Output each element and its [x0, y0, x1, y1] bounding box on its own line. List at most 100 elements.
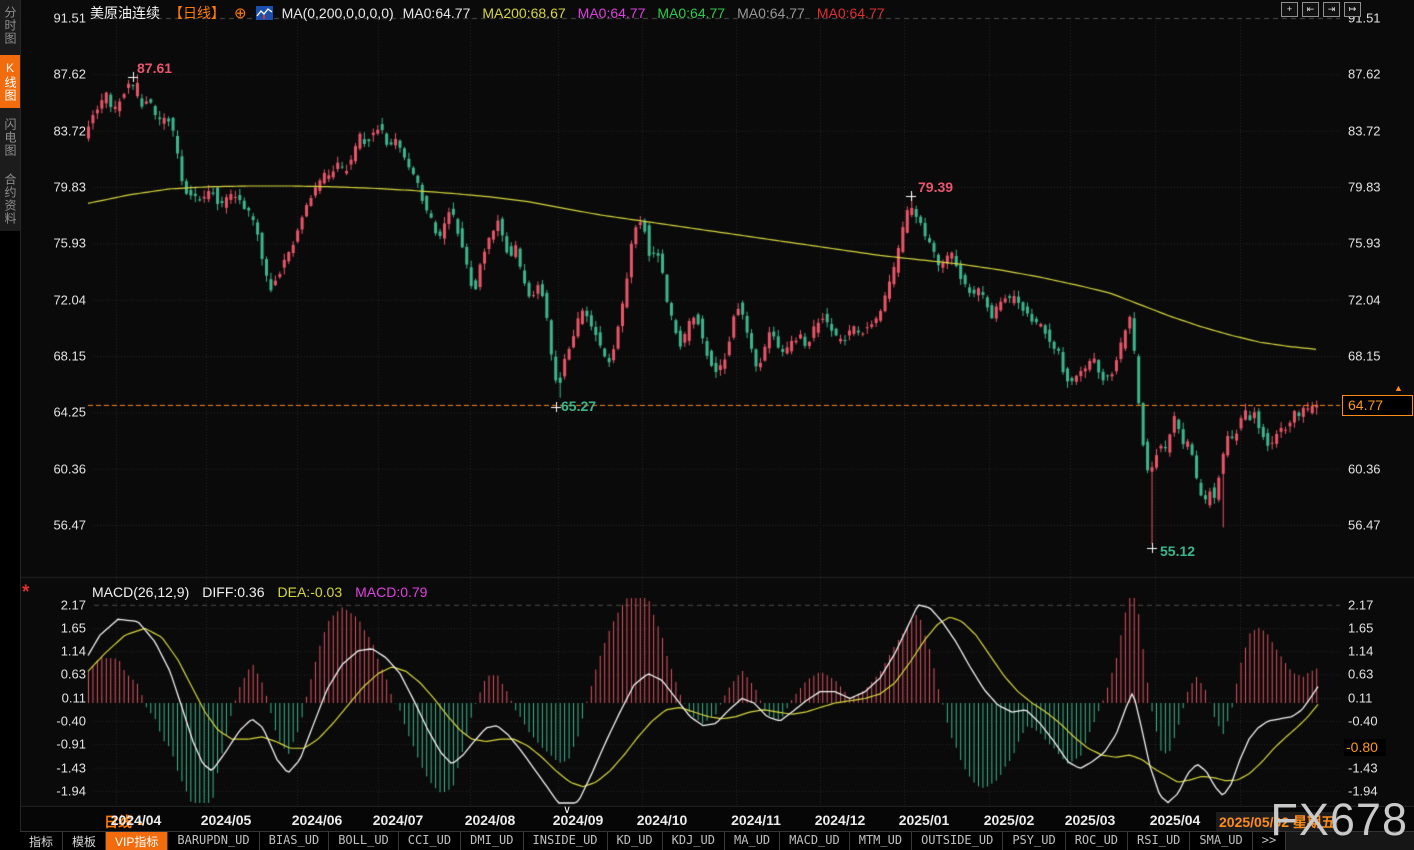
price-tick: 79.83	[28, 180, 86, 195]
pan-icon[interactable]: +	[1281, 2, 1298, 17]
ma-settings: MA(0,200,0,0,0,0)	[282, 5, 394, 21]
chart-header: 美原油连续 【日线】 ⊕ MA(0,200,0,0,0,0) MA0:64.77…	[90, 3, 885, 23]
tab-dmi-ud[interactable]: DMI_UD	[461, 832, 523, 850]
price-tick: 68.15	[28, 349, 86, 364]
macd-tick: 1.14	[28, 644, 86, 659]
price-tick: 83.72	[1348, 123, 1381, 138]
chart-toolbar: + ⇤ ⇥ ↦	[1281, 2, 1361, 17]
ma-value-1: MA200:68.67	[482, 5, 565, 21]
price-tick: 64.25	[28, 405, 86, 420]
tab-bias-ud[interactable]: BIAS_UD	[260, 832, 330, 850]
ma-value-5: MA0:64.77	[817, 5, 885, 21]
sidebar-item-1[interactable]: K线图	[0, 55, 20, 108]
macd-tick: -1.43	[28, 760, 86, 775]
price-tick: 72.04	[1348, 292, 1381, 307]
tab-kd-ud[interactable]: KD_UD	[608, 832, 663, 850]
price-tick: 75.93	[1348, 236, 1381, 251]
sidebar-item-3[interactable]: 合约资料	[0, 167, 20, 231]
price-tick: 60.36	[1348, 461, 1381, 476]
tab-inside-ud[interactable]: INSIDE_UD	[524, 832, 608, 850]
tab--[interactable]: 模板	[63, 832, 106, 850]
timeline-marker-icon: ∨	[563, 803, 571, 816]
macd-value-badge: -0.80	[1344, 739, 1386, 756]
price-annotation: 79.39	[918, 179, 953, 195]
macd-diff-value: DIFF:0.36	[202, 584, 264, 600]
macd-tick: 1.65	[28, 621, 86, 636]
price-tick: 79.83	[1348, 180, 1381, 195]
tab-sma-ud[interactable]: SMA_UD	[1190, 832, 1252, 850]
month-label: 2024/06	[292, 812, 343, 828]
ma-value-2: MA0:64.77	[578, 5, 646, 21]
time-axis-row: 日线 ▲ 2024/042024/052024/062024/072024/08…	[20, 806, 1414, 833]
macd-tick: 2.17	[1348, 597, 1373, 612]
macd-tick: 1.65	[1348, 621, 1373, 636]
expand-icon[interactable]: ⊕	[234, 4, 247, 22]
indicator-marker-icon[interactable]: *	[22, 582, 29, 604]
macd-tick: 0.11	[1348, 691, 1372, 706]
price-annotation: 65.27	[561, 398, 596, 414]
period-tag: 【日线】	[169, 3, 225, 23]
macd-tick: -0.91	[28, 737, 86, 752]
macd-tick: -0.40	[1348, 714, 1378, 729]
tab-boll-ud[interactable]: BOLL_UD	[329, 832, 399, 850]
tab-mtm-ud[interactable]: MTM_UD	[850, 832, 912, 850]
macd-tick: 0.11	[28, 691, 86, 706]
tab-kdj-ud[interactable]: KDJ_UD	[663, 832, 725, 850]
tab-barupdn-ud[interactable]: BARUPDN_UD	[168, 832, 259, 850]
price-tick: 75.93	[28, 236, 86, 251]
current-price-badge: 64.77	[1342, 395, 1413, 416]
tab-roc-ud[interactable]: ROC_UD	[1066, 832, 1128, 850]
sidebar-item-2[interactable]: 闪电图	[0, 112, 20, 163]
kline-indicator-icon[interactable]	[256, 6, 273, 20]
month-label: 2025/02	[984, 812, 1035, 828]
price-annotation: 55.12	[1160, 543, 1195, 559]
month-label: 2024/12	[815, 812, 866, 828]
price-tick: 91.51	[28, 11, 86, 26]
month-label: 2024/10	[637, 812, 688, 828]
tab-vip-[interactable]: VIP指标	[106, 832, 168, 850]
price-tick: 56.47	[1348, 518, 1381, 533]
macd-header: MACD(26,12,9) DIFF:0.36 DEA:-0.03 MACD:0…	[92, 584, 427, 600]
macd-tick: 0.63	[28, 667, 86, 682]
reset-view-icon[interactable]: ↦	[1344, 2, 1361, 17]
month-label: 2024/09	[553, 812, 604, 828]
sidebar-item-0[interactable]: 分时图	[0, 0, 20, 51]
tab-cci-ud[interactable]: CCI_UD	[399, 832, 461, 850]
price-up-arrow-icon: ▲	[1394, 383, 1403, 393]
macd-tick: 2.17	[28, 597, 86, 612]
month-label: 2025/01	[899, 812, 950, 828]
ma-value-0: MA0:64.77	[403, 5, 471, 21]
macd-tick: 0.63	[1348, 667, 1373, 682]
month-label: 2024/04	[111, 812, 162, 828]
ma-value-3: MA0:64.77	[657, 5, 725, 21]
month-label: 2024/11	[731, 812, 781, 828]
month-label: 2025/03	[1065, 812, 1116, 828]
symbol-name: 美原油连续	[90, 3, 160, 23]
price-tick: 72.04	[28, 292, 86, 307]
tab-psy-ud[interactable]: PSY_UD	[1003, 832, 1065, 850]
month-label: 2025/04	[1150, 812, 1201, 828]
price-annotation: 87.61	[137, 60, 172, 76]
ma-values: MA0:64.77 MA200:68.67 MA0:64.77 MA0:64.77 MA…	[403, 5, 885, 21]
tab-macd-ud[interactable]: MACD_UD	[780, 832, 850, 850]
zoom-y-icon[interactable]: ⇥	[1323, 2, 1340, 17]
macd-tick: 1.14	[1348, 644, 1373, 659]
chart-canvas[interactable]	[0, 0, 1414, 850]
tab--[interactable]: 指标	[20, 832, 63, 850]
left-sidebar: 分时图 K线图闪电图合约资料	[0, 0, 21, 850]
price-tick: 56.47	[28, 518, 86, 533]
zoom-x-icon[interactable]: ⇤	[1302, 2, 1319, 17]
month-label: 2024/05	[201, 812, 252, 828]
tab-outside-ud[interactable]: OUTSIDE_UD	[912, 832, 1003, 850]
price-tick: 68.15	[1348, 349, 1381, 364]
macd-tick: -1.43	[1348, 760, 1378, 775]
macd-dea-value: DEA:-0.03	[278, 584, 343, 600]
macd-name: MACD(26,12,9)	[92, 584, 189, 600]
tab-rsi-ud[interactable]: RSI_UD	[1128, 832, 1190, 850]
tab-ma-ud[interactable]: MA_UD	[725, 832, 780, 850]
price-tick: 87.62	[1348, 67, 1381, 82]
price-tick: 83.72	[28, 123, 86, 138]
app-window: 分时图 K线图闪电图合约资料 * 美原油连续 【日线】 ⊕ MA(0,200,0,…	[0, 0, 1414, 850]
watermark: FX678	[1270, 797, 1408, 842]
price-tick: 60.36	[28, 461, 86, 476]
